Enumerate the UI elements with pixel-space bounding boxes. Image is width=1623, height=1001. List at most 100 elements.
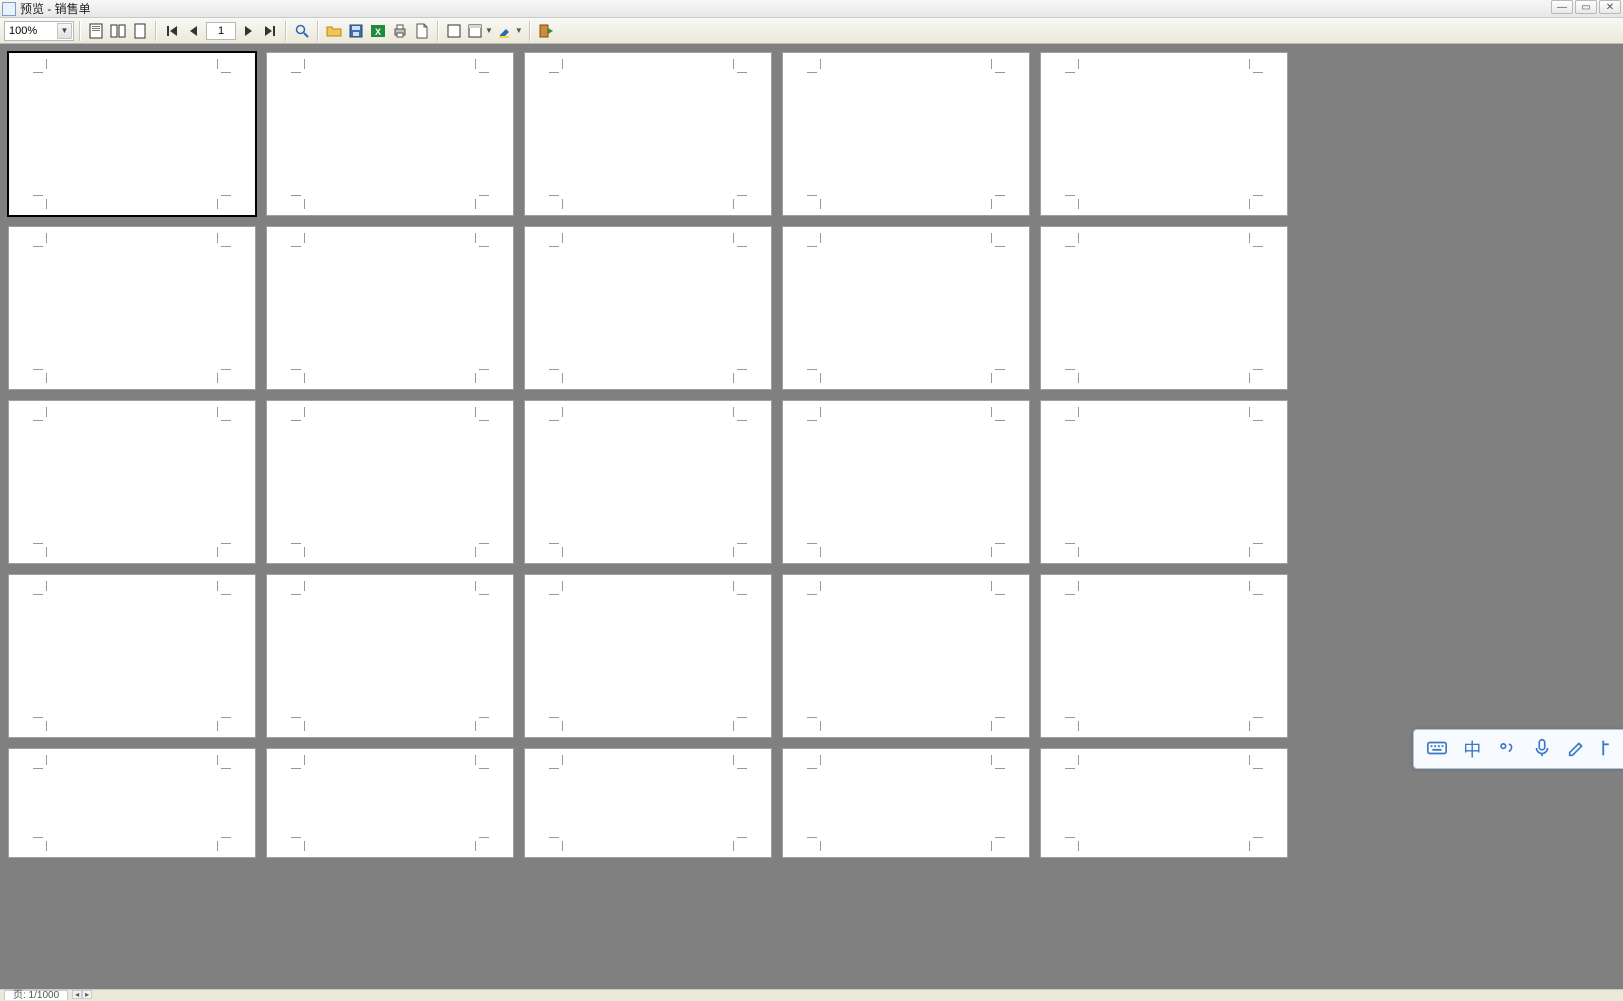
crop-mark: [991, 837, 1005, 851]
crop-mark: [217, 369, 231, 383]
export-excel-button[interactable]: X: [368, 21, 388, 41]
preview-page[interactable]: [782, 748, 1030, 858]
print-button[interactable]: [390, 21, 410, 41]
crop-mark: [733, 407, 747, 421]
excel-icon: X: [370, 23, 386, 39]
preview-page[interactable]: [266, 52, 514, 216]
last-page-icon: [262, 23, 278, 39]
maximize-button[interactable]: ▭: [1575, 0, 1597, 14]
crop-mark: [1065, 369, 1079, 383]
save-button[interactable]: [346, 21, 366, 41]
crop-mark: [1249, 837, 1263, 851]
edit-icon: [1566, 737, 1588, 762]
crop-mark: [1065, 755, 1079, 769]
crop-mark: [807, 59, 821, 73]
magnifier-icon: [294, 23, 310, 39]
crop-mark: [549, 369, 563, 383]
crop-mark: [217, 717, 231, 731]
crop-mark: [291, 755, 305, 769]
crop-mark: [33, 717, 47, 731]
zoom-dropdown-arrow[interactable]: ▼: [57, 23, 72, 39]
ime-handwrite-button[interactable]: [1564, 736, 1590, 762]
crop-mark: [733, 755, 747, 769]
preview-page[interactable]: [8, 226, 256, 390]
crop-mark: [291, 195, 305, 209]
preview-page[interactable]: [8, 52, 256, 216]
preview-page[interactable]: [1040, 226, 1288, 390]
ime-mode-button[interactable]: 中: [1459, 736, 1485, 762]
crop-mark: [807, 369, 821, 383]
page-number-input[interactable]: [206, 22, 236, 40]
margins-button[interactable]: [444, 21, 464, 41]
highlight-button[interactable]: ▼: [496, 21, 524, 41]
ime-floating-bar[interactable]: 中: [1413, 729, 1623, 769]
preview-page[interactable]: [1040, 748, 1288, 858]
crop-mark: [475, 369, 489, 383]
preview-page[interactable]: [8, 748, 256, 858]
preview-page[interactable]: [266, 400, 514, 564]
crop-mark: [1249, 581, 1263, 595]
crop-mark: [1249, 717, 1263, 731]
preview-page[interactable]: [524, 226, 772, 390]
preview-page[interactable]: [1040, 52, 1288, 216]
ime-more-button[interactable]: [1599, 736, 1613, 762]
crop-mark: [1249, 233, 1263, 247]
window-title-extra: [101, 0, 353, 17]
separator: [79, 21, 81, 41]
crop-mark: [733, 233, 747, 247]
crop-mark: [1065, 195, 1079, 209]
two-pages-button[interactable]: [108, 21, 128, 41]
ime-settings-button[interactable]: [1424, 736, 1450, 762]
preview-row: [8, 52, 1623, 216]
open-button[interactable]: [324, 21, 344, 41]
preview-page[interactable]: [524, 574, 772, 738]
preview-page[interactable]: [266, 748, 514, 858]
preview-page[interactable]: [1040, 574, 1288, 738]
preview-area[interactable]: [0, 44, 1623, 989]
exit-preview-button[interactable]: [536, 21, 556, 41]
page-width-icon: [132, 23, 148, 39]
crop-mark: [475, 717, 489, 731]
crop-mark: [475, 59, 489, 73]
preview-page[interactable]: [1040, 400, 1288, 564]
crop-mark: [33, 837, 47, 851]
preview-page[interactable]: [266, 226, 514, 390]
preview-page[interactable]: [524, 748, 772, 858]
preview-page[interactable]: [524, 400, 772, 564]
crop-mark: [217, 581, 231, 595]
preview-page[interactable]: [8, 400, 256, 564]
header-footer-button[interactable]: ▼: [466, 21, 494, 41]
status-next-button[interactable]: ▸: [82, 990, 92, 999]
page-setup-button[interactable]: [412, 21, 432, 41]
status-prev-button[interactable]: ◂: [72, 990, 82, 999]
prev-page-button[interactable]: [184, 21, 204, 41]
find-button[interactable]: [292, 21, 312, 41]
whole-page-button[interactable]: [86, 21, 106, 41]
close-button[interactable]: ✕: [1599, 0, 1621, 14]
page-width-button[interactable]: [130, 21, 150, 41]
zoom-combo[interactable]: 100% ▼: [4, 21, 74, 41]
preview-page[interactable]: [782, 574, 1030, 738]
preview-page[interactable]: [266, 574, 514, 738]
crop-mark: [549, 837, 563, 851]
last-page-button[interactable]: [260, 21, 280, 41]
crop-mark: [475, 407, 489, 421]
first-page-button[interactable]: [162, 21, 182, 41]
ime-punctuation-button[interactable]: [1494, 736, 1520, 762]
crop-mark: [807, 717, 821, 731]
preview-page[interactable]: [8, 574, 256, 738]
preview-page[interactable]: [524, 52, 772, 216]
crop-mark: [549, 581, 563, 595]
crop-mark: [733, 837, 747, 851]
next-page-button[interactable]: [238, 21, 258, 41]
minimize-button[interactable]: —: [1551, 0, 1573, 14]
crop-mark: [475, 233, 489, 247]
preview-page[interactable]: [782, 226, 1030, 390]
preview-page[interactable]: [782, 52, 1030, 216]
crop-mark: [807, 543, 821, 557]
crop-mark: [991, 581, 1005, 595]
titlebar: 预览 - 销售单 — ▭ ✕: [0, 0, 1623, 18]
preview-page[interactable]: [782, 400, 1030, 564]
ime-voice-button[interactable]: [1529, 736, 1555, 762]
menu-bar: [1460, 1, 1563, 17]
